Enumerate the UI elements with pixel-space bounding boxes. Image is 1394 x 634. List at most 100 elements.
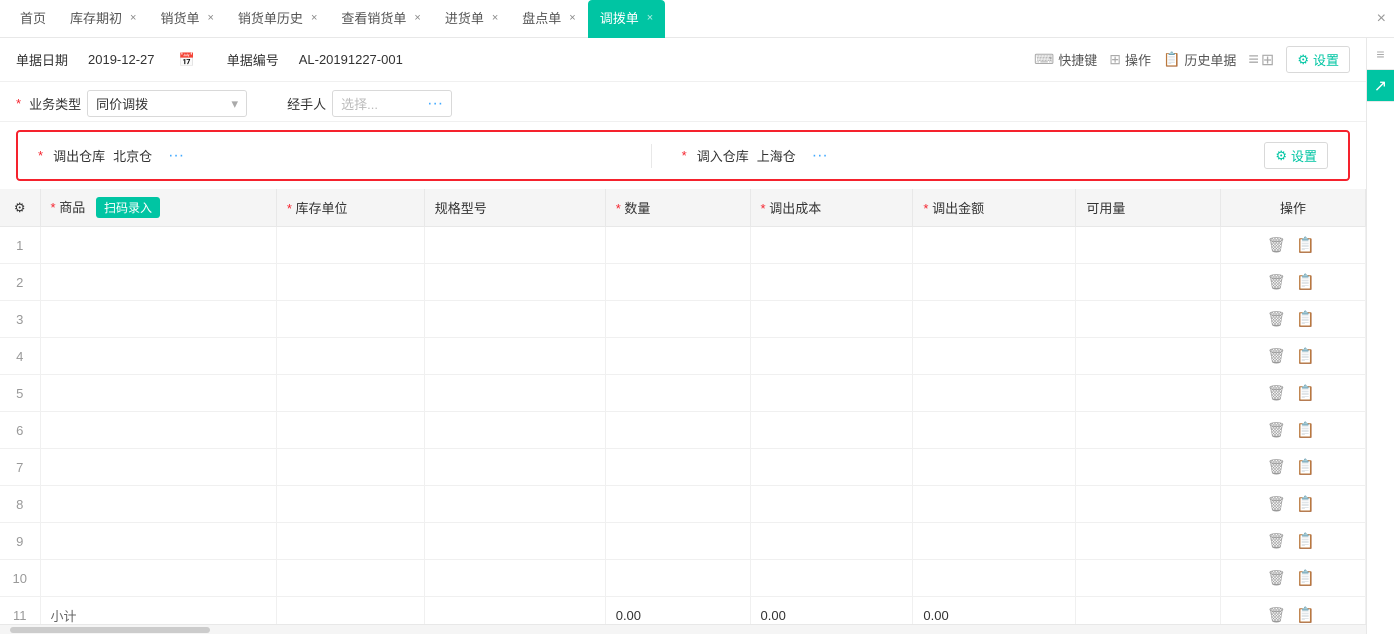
row-copy-icon[interactable]: 📋 — [1296, 606, 1315, 624]
row-amount[interactable] — [913, 375, 1076, 412]
row-copy-icon[interactable]: 📋 — [1296, 532, 1315, 550]
row-cost[interactable] — [750, 338, 913, 375]
row-qty[interactable] — [605, 375, 750, 412]
row-qty[interactable] — [605, 486, 750, 523]
tab-close-purchase[interactable]: × — [492, 12, 498, 24]
row-spec[interactable] — [424, 523, 605, 560]
row-qty[interactable] — [605, 227, 750, 264]
grid-view-icon[interactable]: ⊞ — [1261, 50, 1274, 70]
row-delete-icon[interactable]: 🗑 — [1267, 569, 1286, 587]
row-amount[interactable] — [913, 338, 1076, 375]
row-cost[interactable] — [750, 375, 913, 412]
settings-button[interactable]: ⚙ 设置 — [1286, 46, 1350, 73]
tab-view-sales[interactable]: 查看销货单 × — [329, 0, 432, 38]
row-amount[interactable] — [913, 301, 1076, 338]
row-amount[interactable] — [913, 523, 1076, 560]
row-available[interactable] — [1076, 560, 1221, 597]
out-warehouse-ellipsis-icon[interactable]: ··· — [168, 147, 184, 165]
calendar-icon[interactable]: 📅 — [179, 52, 195, 68]
row-unit[interactable] — [276, 227, 424, 264]
row-qty[interactable] — [605, 560, 750, 597]
row-product[interactable] — [40, 449, 276, 486]
scrollbar-thumb[interactable] — [10, 627, 210, 633]
row-spec[interactable] — [424, 301, 605, 338]
row-qty[interactable] — [605, 338, 750, 375]
row-unit[interactable] — [276, 301, 424, 338]
row-spec[interactable] — [424, 486, 605, 523]
row-copy-icon[interactable]: 📋 — [1296, 458, 1315, 476]
row-delete-icon[interactable]: 🗑 — [1267, 458, 1286, 476]
row-cost[interactable] — [750, 523, 913, 560]
row-copy-icon[interactable]: 📋 — [1296, 384, 1315, 402]
row-unit[interactable] — [276, 449, 424, 486]
row-copy-icon[interactable]: 📋 — [1296, 421, 1315, 439]
row-spec[interactable] — [424, 412, 605, 449]
row-copy-icon[interactable]: 📋 — [1296, 569, 1315, 587]
list-view-icon[interactable]: ≡ — [1248, 49, 1259, 70]
row-unit[interactable] — [276, 560, 424, 597]
row-copy-icon[interactable]: 📋 — [1296, 273, 1315, 291]
row-available[interactable] — [1076, 301, 1221, 338]
row-delete-icon[interactable]: 🗑 — [1267, 421, 1286, 439]
row-unit[interactable] — [276, 264, 424, 301]
horizontal-scrollbar[interactable] — [0, 624, 1366, 634]
sidebar-list-icon[interactable]: ≡ — [1367, 38, 1394, 70]
tab-close-stock-init[interactable]: × — [130, 12, 136, 24]
row-amount[interactable] — [913, 486, 1076, 523]
row-product[interactable] — [40, 338, 276, 375]
row-spec[interactable] — [424, 264, 605, 301]
tab-close-transfer[interactable]: × — [647, 12, 653, 24]
row-qty[interactable] — [605, 449, 750, 486]
row-copy-icon[interactable]: 📋 — [1296, 236, 1315, 254]
row-spec[interactable] — [424, 338, 605, 375]
row-available[interactable] — [1076, 449, 1221, 486]
row-copy-icon[interactable]: 📋 — [1296, 310, 1315, 328]
row-qty[interactable] — [605, 412, 750, 449]
row-delete-icon[interactable]: 🗑 — [1267, 606, 1286, 624]
row-spec[interactable] — [424, 375, 605, 412]
handler-ellipsis-icon[interactable]: ··· — [427, 95, 443, 113]
row-available[interactable] — [1076, 523, 1221, 560]
row-product[interactable] — [40, 375, 276, 412]
row-delete-icon[interactable]: 🗑 — [1267, 273, 1286, 291]
tab-close-inventory[interactable]: × — [569, 12, 575, 24]
tab-home[interactable]: 首页 — [8, 0, 58, 38]
window-close-button[interactable]: × — [1377, 10, 1386, 28]
biz-type-select[interactable]: 同价调拨 ▾ — [87, 90, 247, 117]
row-qty[interactable] — [605, 301, 750, 338]
row-available[interactable] — [1076, 264, 1221, 301]
row-product[interactable] — [40, 264, 276, 301]
in-warehouse-ellipsis-icon[interactable]: ··· — [812, 147, 828, 165]
tab-close-sales-order[interactable]: × — [207, 12, 213, 24]
row-cost[interactable] — [750, 227, 913, 264]
shortcut-tool[interactable]: ⌨ 快捷键 — [1034, 50, 1097, 69]
row-delete-icon[interactable]: 🗑 — [1267, 236, 1286, 254]
row-unit[interactable] — [276, 375, 424, 412]
row-cost[interactable] — [750, 486, 913, 523]
row-available[interactable] — [1076, 412, 1221, 449]
row-unit[interactable] — [276, 486, 424, 523]
col-gear[interactable]: ⚙ — [0, 189, 40, 227]
row-cost[interactable] — [750, 560, 913, 597]
row-spec[interactable] — [424, 560, 605, 597]
tab-sales-order[interactable]: 销货单 × — [148, 0, 225, 38]
row-amount[interactable] — [913, 449, 1076, 486]
row-spec[interactable] — [424, 449, 605, 486]
row-qty[interactable] — [605, 264, 750, 301]
row-amount[interactable] — [913, 412, 1076, 449]
handler-select[interactable]: 选择... ··· — [332, 90, 452, 117]
row-available[interactable] — [1076, 375, 1221, 412]
row-delete-icon[interactable]: 🗑 — [1267, 495, 1286, 513]
table-gear-icon[interactable]: ⚙ — [14, 200, 26, 215]
row-cost[interactable] — [750, 264, 913, 301]
row-spec[interactable] — [424, 227, 605, 264]
sidebar-export-icon[interactable]: ↗ — [1367, 70, 1394, 102]
tab-stock-init[interactable]: 库存期初 × — [58, 0, 148, 38]
tab-sales-history[interactable]: 销货单历史 × — [226, 0, 329, 38]
row-delete-icon[interactable]: 🗑 — [1267, 347, 1286, 365]
row-delete-icon[interactable]: 🗑 — [1267, 532, 1286, 550]
row-amount[interactable] — [913, 560, 1076, 597]
row-unit[interactable] — [276, 412, 424, 449]
row-product[interactable] — [40, 412, 276, 449]
tab-close-sales-history[interactable]: × — [311, 12, 317, 24]
